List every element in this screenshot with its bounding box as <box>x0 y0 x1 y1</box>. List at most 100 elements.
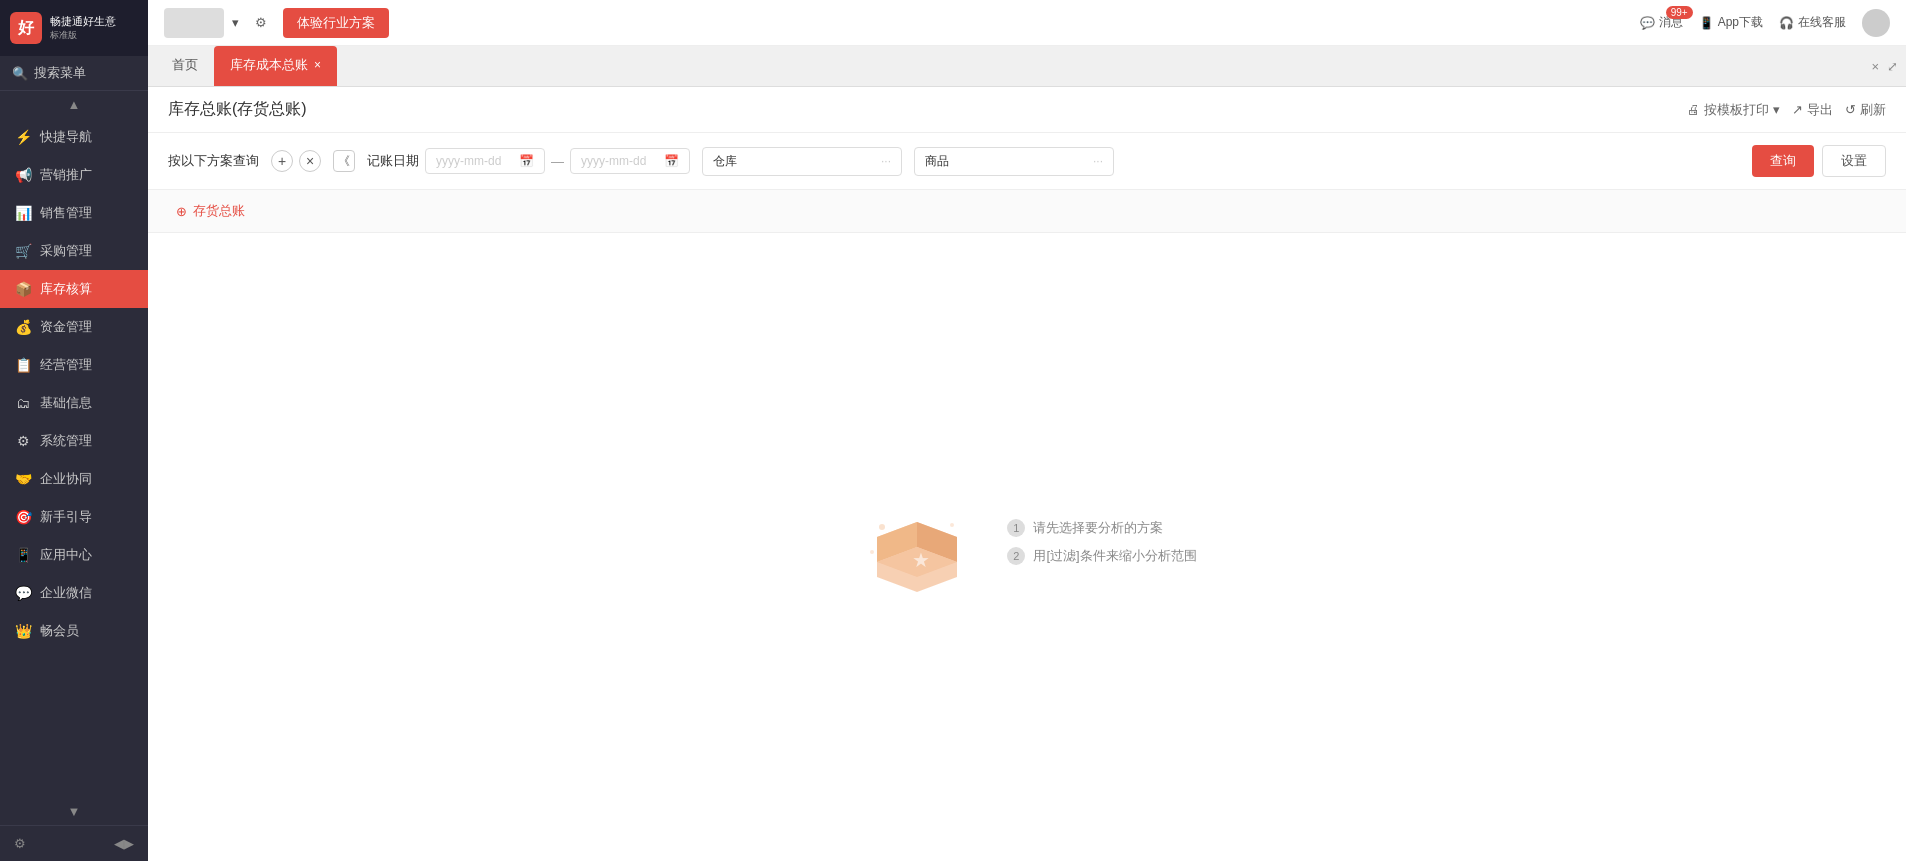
empty-content: ★ 1 请先选择要分析的方案 2 用[过滤]条件来缩小分析 <box>857 487 1196 607</box>
refresh-btn[interactable]: ↺ 刷新 <box>1845 101 1886 119</box>
scheme-icon: ⊕ <box>176 204 187 219</box>
app-download-btn[interactable]: 📱 App下载 <box>1699 14 1763 31</box>
warehouse-select[interactable]: 仓库 ··· <box>702 147 902 176</box>
sidebar-item-label: 销售管理 <box>40 204 92 222</box>
filter-collapse-btn[interactable]: 《 <box>333 150 355 172</box>
filter-add-btn[interactable]: + <box>271 150 293 172</box>
scheme-item-inventory-ledger[interactable]: ⊕ 存货总账 <box>168 198 253 224</box>
empty-hints: 1 请先选择要分析的方案 2 用[过滤]条件来缩小分析范围 <box>1007 519 1196 575</box>
print-icon: 🖨 <box>1687 102 1700 117</box>
settings-icon[interactable]: ⚙ <box>14 836 26 851</box>
messages-btn[interactable]: 💬 消息 99+ <box>1640 14 1683 31</box>
svg-point-5 <box>879 524 885 530</box>
sidebar-item-label: 企业协同 <box>40 470 92 488</box>
refresh-icon: ↺ <box>1845 102 1856 117</box>
hint-2-text: 用[过滤]条件来缩小分析范围 <box>1033 547 1196 565</box>
empty-hint-1: 1 请先选择要分析的方案 <box>1007 519 1196 537</box>
industry-btn[interactable]: 体验行业方案 <box>283 8 389 38</box>
dropdown-arrow-icon: ▾ <box>232 15 239 30</box>
sidebar-item-quick-nav[interactable]: ⚡ 快捷导航 <box>0 118 148 156</box>
topbar-dropdown[interactable]: ▾ <box>232 15 239 30</box>
scroll-down-btn[interactable]: ▼ <box>0 798 148 825</box>
date-to-placeholder: yyyy-mm-dd <box>581 154 646 168</box>
search-icon: 🔍 <box>12 66 28 81</box>
scroll-up-btn[interactable]: ▲ <box>0 91 148 118</box>
query-btn[interactable]: 查询 <box>1752 145 1814 177</box>
calendar-from-icon[interactable]: 📅 <box>519 154 534 168</box>
page-actions: 🖨 按模板打印 ▾ ↗ 导出 ↺ 刷新 <box>1687 101 1886 119</box>
sidebar-item-member[interactable]: 👑 畅会员 <box>0 612 148 650</box>
date-separator: — <box>551 154 564 169</box>
tab-inventory-cost-label: 库存成本总账 <box>230 56 308 74</box>
goods-select[interactable]: 商品 ··· <box>914 147 1114 176</box>
sidebar-item-operations[interactable]: 📋 经营管理 <box>0 346 148 384</box>
tab-home[interactable]: 首页 <box>156 46 214 86</box>
collapse-icon[interactable]: ◀▶ <box>114 836 134 851</box>
sidebar-item-marketing[interactable]: 📢 营销推广 <box>0 156 148 194</box>
online-support-btn[interactable]: 🎧 在线客服 <box>1779 14 1846 31</box>
panel-expand-icon[interactable]: ⤢ <box>1887 59 1898 74</box>
topbar-gear-btn[interactable]: ⚙ <box>247 9 275 37</box>
marketing-icon: 📢 <box>14 167 32 183</box>
scheme-label: 存货总账 <box>193 202 245 220</box>
sidebar-item-purchase[interactable]: 🛒 采购管理 <box>0 232 148 270</box>
page-title: 库存总账(存货总账) <box>168 99 1687 120</box>
sidebar-item-basic[interactable]: 🗂 基础信息 <box>0 384 148 422</box>
sidebar-search-label: 搜索菜单 <box>34 64 86 82</box>
sidebar-item-appcenter[interactable]: 📱 应用中心 <box>0 536 148 574</box>
svg-point-7 <box>870 550 874 554</box>
scheme-label: 按以下方案查询 <box>168 152 259 170</box>
empty-illustration: ★ <box>857 487 977 607</box>
online-support-label: 在线客服 <box>1798 14 1846 31</box>
print-btn[interactable]: 🖨 按模板打印 ▾ <box>1687 101 1780 119</box>
sidebar-item-system[interactable]: ⚙ 系统管理 <box>0 422 148 460</box>
goods-label: 商品 <box>925 153 949 170</box>
warehouse-label: 仓库 <box>713 153 737 170</box>
guide-icon: 🎯 <box>14 509 32 525</box>
main-content: ▾ ⚙ 体验行业方案 💬 消息 99+ 📱 App下载 🎧 在线客服 首页 <box>148 0 1906 861</box>
sidebar-item-inventory[interactable]: 📦 库存核算 <box>0 270 148 308</box>
sidebar-item-finance[interactable]: 💰 资金管理 <box>0 308 148 346</box>
date-from-input[interactable]: yyyy-mm-dd 📅 <box>425 148 545 174</box>
tab-inventory-cost[interactable]: 库存成本总账 × <box>214 46 337 86</box>
date-filter-group: 记账日期 yyyy-mm-dd 📅 — yyyy-mm-dd 📅 <box>367 148 690 174</box>
empty-hint-2: 2 用[过滤]条件来缩小分析范围 <box>1007 547 1196 565</box>
sidebar-search[interactable]: 🔍 搜索菜单 <box>0 56 148 91</box>
calendar-to-icon[interactable]: 📅 <box>664 154 679 168</box>
sidebar-footer: ⚙ ◀▶ <box>0 825 148 861</box>
warehouse-more-icon: ··· <box>881 154 891 168</box>
tab-home-label: 首页 <box>172 57 198 72</box>
headset-icon: 🎧 <box>1779 16 1794 30</box>
date-to-input[interactable]: yyyy-mm-dd 📅 <box>570 148 690 174</box>
tab-close-icon[interactable]: × <box>314 58 321 72</box>
user-avatar[interactable] <box>1862 9 1890 37</box>
finance-icon: 💰 <box>14 319 32 335</box>
sidebar-item-cooperation[interactable]: 🤝 企业协同 <box>0 460 148 498</box>
basic-icon: 🗂 <box>14 395 32 411</box>
date-label: 记账日期 <box>367 152 419 170</box>
cooperation-icon: 🤝 <box>14 471 32 487</box>
messages-badge: 99+ <box>1666 6 1693 19</box>
sidebar-item-label: 基础信息 <box>40 394 92 412</box>
app-name: 畅捷通好生意 <box>50 14 116 29</box>
topbar-left: ▾ ⚙ 体验行业方案 <box>164 8 1628 38</box>
panel-close-icon[interactable]: × <box>1871 59 1879 74</box>
filter-area: 按以下方案查询 + × 《 记账日期 yyyy-mm-dd 📅 — yyyy-m… <box>148 133 1906 190</box>
appcenter-icon: 📱 <box>14 547 32 563</box>
export-btn[interactable]: ↗ 导出 <box>1792 101 1833 119</box>
filter-delete-btn[interactable]: × <box>299 150 321 172</box>
app-download-label: App下载 <box>1718 14 1763 31</box>
sidebar-item-label: 系统管理 <box>40 432 92 450</box>
sidebar-item-guide[interactable]: 🎯 新手引导 <box>0 498 148 536</box>
settings-btn[interactable]: 设置 <box>1822 145 1886 177</box>
filter-add-btns: + × <box>271 150 321 172</box>
sidebar-item-label: 企业微信 <box>40 584 92 602</box>
content-area: 库存总账(存货总账) 🖨 按模板打印 ▾ ↗ 导出 ↺ 刷新 <box>148 87 1906 861</box>
sidebar-item-label: 新手引导 <box>40 508 92 526</box>
sidebar-nav: ⚡ 快捷导航 📢 营销推广 📊 销售管理 🛒 采购管理 📦 库存核算 💰 资金管… <box>0 118 148 798</box>
purchase-icon: 🛒 <box>14 243 32 259</box>
sidebar-item-sales[interactable]: 📊 销售管理 <box>0 194 148 232</box>
sidebar-item-wechat[interactable]: 💬 企业微信 <box>0 574 148 612</box>
member-icon: 👑 <box>14 623 32 639</box>
sidebar-item-label: 资金管理 <box>40 318 92 336</box>
